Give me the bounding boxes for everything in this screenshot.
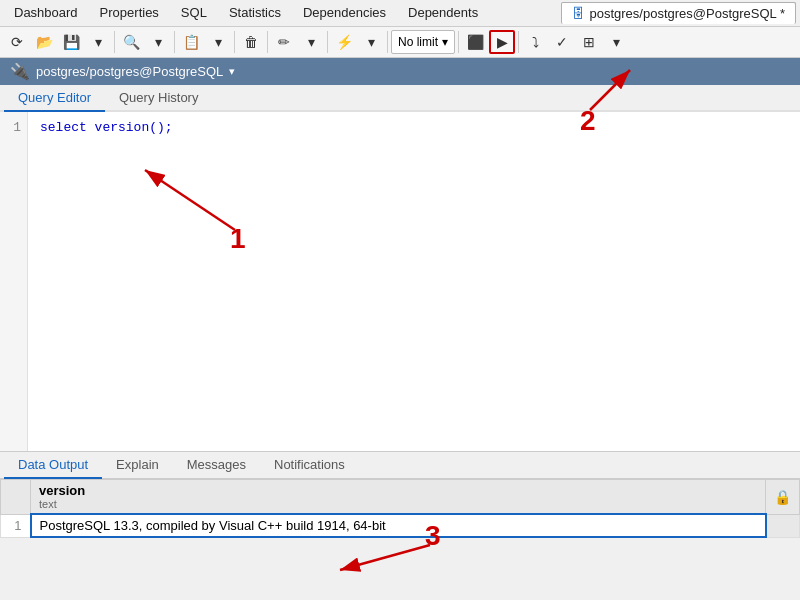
lock-header: 🔒 <box>766 480 800 515</box>
db-icon: 🗄 <box>572 6 585 21</box>
copy-button[interactable]: 📋 <box>178 30 204 54</box>
separator-2 <box>174 31 175 53</box>
limit-arrow: ▾ <box>442 35 448 49</box>
row-number-1: 1 <box>1 514 31 537</box>
delete-button[interactable]: 🗑 <box>238 30 264 54</box>
menu-dependencies[interactable]: Dependencies <box>293 2 396 24</box>
menu-properties[interactable]: Properties <box>90 2 169 24</box>
result-panel: Data Output Explain Messages Notificatio… <box>0 452 800 538</box>
tab-messages[interactable]: Messages <box>173 452 260 479</box>
refresh-button[interactable]: ⟳ <box>4 30 30 54</box>
toolbar: ⟳ 📂 💾 ▾ 🔍 ▾ 📋 ▾ 🗑 ✏ ▾ ⚡ ▾ No limit ▾ ⬛ ▶… <box>0 27 800 58</box>
col-version-header: version text <box>31 480 766 515</box>
connection-dropdown-arrow[interactable]: ▾ <box>229 65 235 78</box>
run-button[interactable]: ▶ <box>489 30 515 54</box>
open-button[interactable]: 📂 <box>31 30 57 54</box>
menu-dependents[interactable]: Dependents <box>398 2 488 24</box>
separator-4 <box>267 31 268 53</box>
separator-6 <box>387 31 388 53</box>
row-num-header <box>1 480 31 515</box>
explain-button[interactable]: ⤵ <box>522 30 548 54</box>
result-tabs: Data Output Explain Messages Notificatio… <box>0 452 800 479</box>
code-editor[interactable]: select version(); <box>28 112 800 451</box>
tab-query-editor[interactable]: Query Editor <box>4 85 105 112</box>
tab-explain[interactable]: Explain <box>102 452 173 479</box>
code-line-1: select version(); <box>40 120 173 135</box>
tab-notifications[interactable]: Notifications <box>260 452 359 479</box>
results-table: version text 🔒 1 PostgreSQL 13.3, compil… <box>0 479 800 538</box>
tab-data-output[interactable]: Data Output <box>4 452 102 479</box>
grid-button[interactable]: ⊞ <box>576 30 602 54</box>
limit-dropdown[interactable]: No limit ▾ <box>391 30 455 54</box>
connection-bar: 🔌 postgres/postgres@PostgreSQL ▾ <box>0 58 800 85</box>
menu-sql[interactable]: SQL <box>171 2 217 24</box>
edit-button[interactable]: ✏ <box>271 30 297 54</box>
page-wrapper: Dashboard Properties SQL Statistics Depe… <box>0 0 800 600</box>
active-tab-label: postgres/postgres@PostgreSQL * <box>589 6 785 21</box>
commit-button[interactable]: ✓ <box>549 30 575 54</box>
connection-icon: 🔌 <box>10 62 30 81</box>
grid-dropdown[interactable]: ▾ <box>603 30 629 54</box>
row-value-1: PostgreSQL 13.3, compiled by Visual C++ … <box>31 514 766 537</box>
separator-3 <box>234 31 235 53</box>
copy-dropdown[interactable]: ▾ <box>205 30 231 54</box>
limit-label: No limit <box>398 35 438 49</box>
col-version-type: text <box>39 498 757 510</box>
data-output-area: version text 🔒 1 PostgreSQL 13.3, compil… <box>0 479 800 538</box>
save-button[interactable]: 💾 <box>58 30 84 54</box>
separator-1 <box>114 31 115 53</box>
separator-7 <box>458 31 459 53</box>
row-lock-cell <box>766 514 800 537</box>
col-version-name: version <box>39 483 757 498</box>
menu-dashboard[interactable]: Dashboard <box>4 2 88 24</box>
menu-active-tab[interactable]: 🗄 postgres/postgres@PostgreSQL * <box>561 2 796 24</box>
editor-area[interactable]: 1 select version(); <box>0 112 800 452</box>
svg-line-7 <box>340 545 430 570</box>
separator-5 <box>327 31 328 53</box>
menu-statistics[interactable]: Statistics <box>219 2 291 24</box>
filter-dropdown[interactable]: ▾ <box>358 30 384 54</box>
edit-dropdown[interactable]: ▾ <box>298 30 324 54</box>
menu-bar: Dashboard Properties SQL Statistics Depe… <box>0 0 800 27</box>
separator-8 <box>518 31 519 53</box>
filter-button[interactable]: ⚡ <box>331 30 357 54</box>
tab-query-history[interactable]: Query History <box>105 85 212 112</box>
editor-tabs: Query Editor Query History <box>0 85 800 112</box>
save-dropdown[interactable]: ▾ <box>85 30 111 54</box>
find-button[interactable]: 🔍 <box>118 30 144 54</box>
table-row: 1 PostgreSQL 13.3, compiled by Visual C+… <box>1 514 800 537</box>
lock-icon: 🔒 <box>774 489 791 505</box>
line-numbers: 1 <box>0 112 28 451</box>
find-dropdown[interactable]: ▾ <box>145 30 171 54</box>
stop-button[interactable]: ⬛ <box>462 30 488 54</box>
connection-label: postgres/postgres@PostgreSQL <box>36 64 223 79</box>
